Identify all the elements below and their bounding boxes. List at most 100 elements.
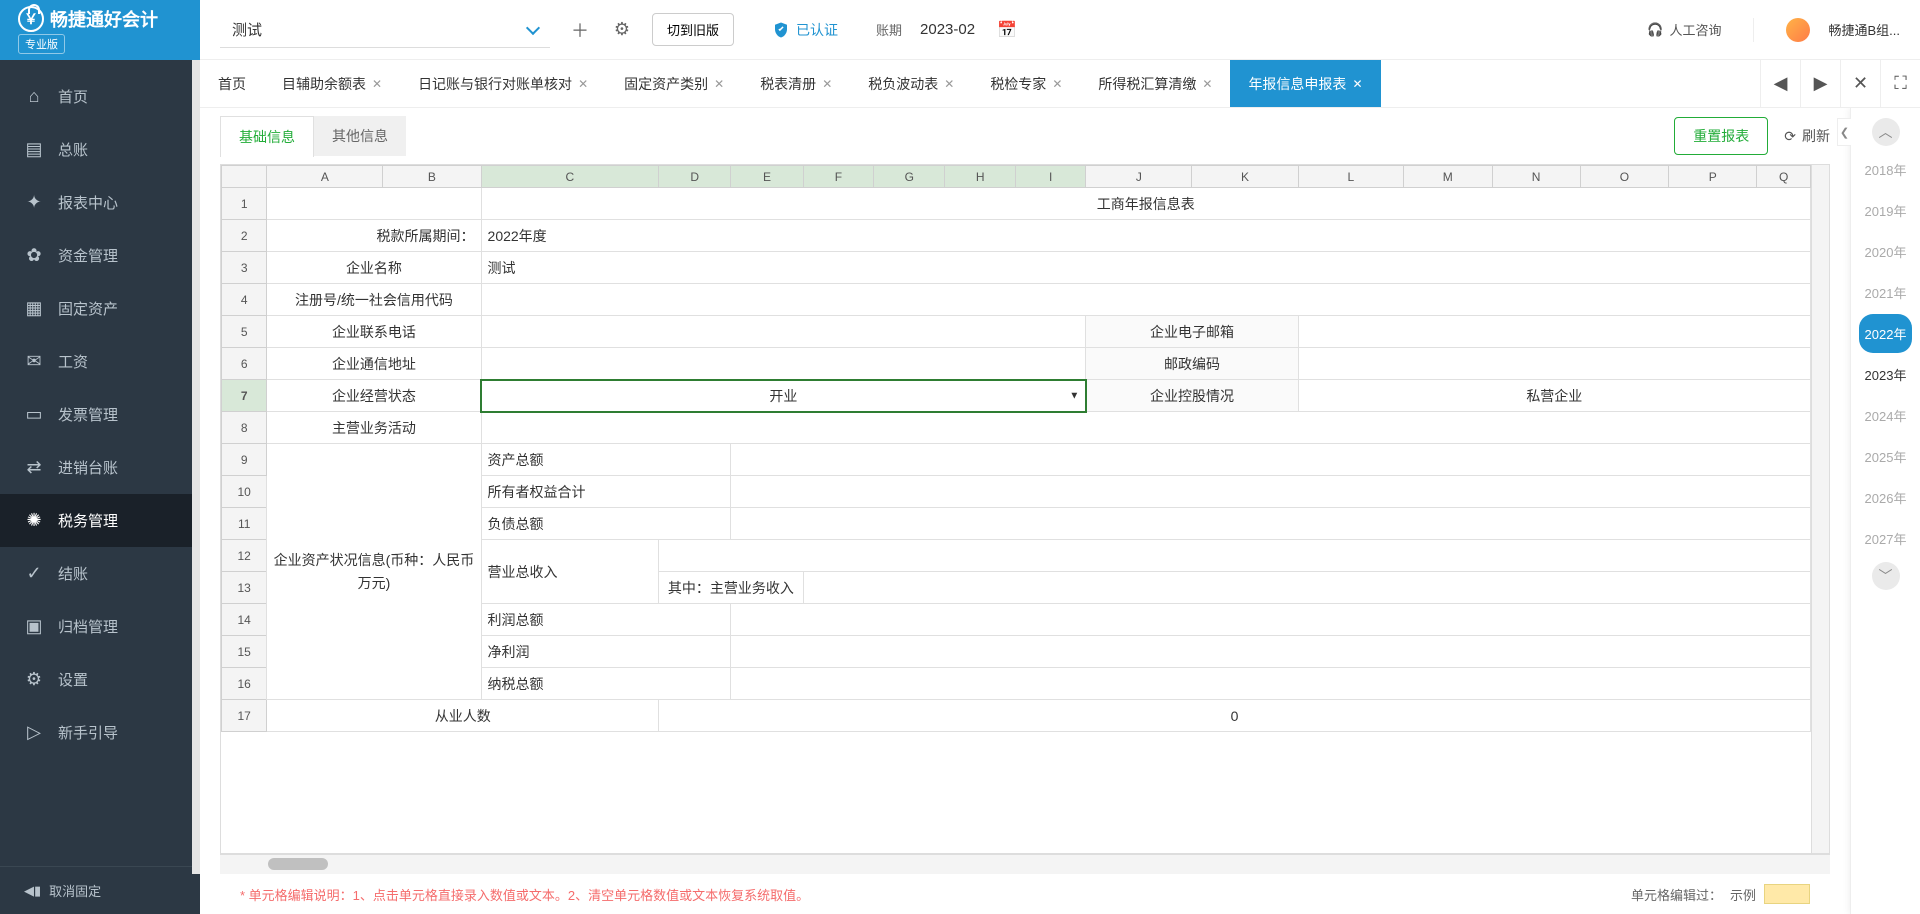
cell[interactable]: 净利润 xyxy=(481,636,731,668)
cell[interactable]: 测试 xyxy=(481,252,1810,284)
avatar[interactable] xyxy=(1786,18,1810,42)
sidebar-item-8[interactable]: ✺税务管理 xyxy=(0,494,200,547)
col-header-A[interactable]: A xyxy=(267,166,383,188)
row-header-10[interactable]: 10 xyxy=(222,476,267,508)
tab-7[interactable]: 所得税汇算清缴✕ xyxy=(1080,60,1230,107)
tab-scroll-right[interactable]: ▶ xyxy=(1800,60,1840,108)
sidebar-item-2[interactable]: ✦报表中心 xyxy=(0,176,200,229)
cell[interactable]: 0 xyxy=(659,700,1811,732)
corner-cell[interactable] xyxy=(222,166,267,188)
year-2022年[interactable]: 2022年 xyxy=(1859,314,1913,353)
col-header-C[interactable]: C xyxy=(481,166,659,188)
year-scroll-up[interactable]: ︿ xyxy=(1872,118,1900,146)
year-2019年[interactable]: 2019年 xyxy=(1859,191,1913,230)
subtab-other-info[interactable]: 其他信息 xyxy=(314,116,406,156)
sidebar-item-7[interactable]: ⇄进销台账 xyxy=(0,441,200,494)
col-header-J[interactable]: J xyxy=(1086,166,1192,188)
period-value[interactable]: 2023-02 xyxy=(920,21,975,38)
refresh-button[interactable]: ⟳ 刷新 xyxy=(1784,126,1830,146)
col-header-K[interactable]: K xyxy=(1192,166,1298,188)
tab-scroll-left[interactable]: ◀ xyxy=(1760,60,1800,108)
tab-close-icon[interactable]: ✕ xyxy=(372,77,382,91)
tab-close-all[interactable]: ✕ xyxy=(1840,60,1880,108)
cell[interactable]: 企业电子邮箱 xyxy=(1086,316,1298,348)
cell[interactable]: 主营业务活动 xyxy=(267,412,481,444)
sidebar-item-5[interactable]: ✉工资 xyxy=(0,335,200,388)
tab-close-icon[interactable]: ✕ xyxy=(822,77,832,91)
cell[interactable]: 营业总收入 xyxy=(481,540,659,604)
row-header-9[interactable]: 9 xyxy=(222,444,267,476)
company-dropdown[interactable]: 测试 xyxy=(220,12,550,48)
cell[interactable]: 企业通信地址 xyxy=(267,348,481,380)
sidebar-item-3[interactable]: ✿资金管理 xyxy=(0,229,200,282)
sidebar-item-9[interactable]: ✓结账 xyxy=(0,547,200,600)
row-header-12[interactable]: 12 xyxy=(222,540,267,572)
row-header-4[interactable]: 4 xyxy=(222,284,267,316)
col-header-F[interactable]: F xyxy=(803,166,874,188)
dropdown-arrow-icon[interactable]: ▼ xyxy=(1069,390,1079,401)
tab-close-icon[interactable]: ✕ xyxy=(714,77,724,91)
cell[interactable] xyxy=(481,316,1086,348)
cell[interactable] xyxy=(731,604,1811,636)
cell[interactable] xyxy=(1298,316,1810,348)
year-2025年[interactable]: 2025年 xyxy=(1859,437,1913,476)
horizontal-scrollbar[interactable] xyxy=(220,854,1830,874)
tab-close-icon[interactable]: ✕ xyxy=(1352,77,1362,91)
cell[interactable] xyxy=(731,508,1811,540)
col-header-D[interactable]: D xyxy=(659,166,731,188)
year-scroll-down[interactable]: ﹀ xyxy=(1872,562,1900,590)
cell[interactable]: 税款所属期间： xyxy=(267,220,481,252)
row-header-14[interactable]: 14 xyxy=(222,604,267,636)
cell[interactable]: 资产总额 xyxy=(481,444,731,476)
year-2018年[interactable]: 2018年 xyxy=(1859,150,1913,189)
cell[interactable]: 负债总额 xyxy=(481,508,731,540)
tab-1[interactable]: 目辅助余额表✕ xyxy=(264,60,400,107)
sidebar-scrollbar[interactable] xyxy=(192,60,200,874)
cell[interactable] xyxy=(659,540,1811,572)
row-header-2[interactable]: 2 xyxy=(222,220,267,252)
year-2020年[interactable]: 2020年 xyxy=(1859,232,1913,271)
row-header-15[interactable]: 15 xyxy=(222,636,267,668)
col-header-N[interactable]: N xyxy=(1492,166,1580,188)
calendar-icon[interactable]: 📅 xyxy=(997,20,1017,40)
tab-close-icon[interactable]: ✕ xyxy=(1202,77,1212,91)
tab-close-icon[interactable]: ✕ xyxy=(944,77,954,91)
row-header-6[interactable]: 6 xyxy=(222,348,267,380)
vertical-scrollbar[interactable] xyxy=(1811,165,1829,853)
cell[interactable] xyxy=(267,188,481,220)
cell[interactable]: 纳税总额 xyxy=(481,668,731,700)
add-icon[interactable]: ＋ xyxy=(568,18,592,42)
cell[interactable]: 私营企业 xyxy=(1298,380,1810,412)
cell[interactable]: 企业联系电话 xyxy=(267,316,481,348)
tab-5[interactable]: 税负波动表✕ xyxy=(850,60,972,107)
cell[interactable] xyxy=(731,476,1811,508)
tab-2[interactable]: 日记账与银行对账单核对✕ xyxy=(400,60,606,107)
tab-8[interactable]: 年报信息申报表✕ xyxy=(1230,60,1380,107)
row-header-5[interactable]: 5 xyxy=(222,316,267,348)
cell[interactable]: 注册号/统一社会信用代码 xyxy=(267,284,481,316)
col-header-P[interactable]: P xyxy=(1669,166,1757,188)
cell[interactable]: 企业名称 xyxy=(267,252,481,284)
tab-6[interactable]: 税检专家✕ xyxy=(972,60,1080,107)
sidebar-item-12[interactable]: ▷新手引导 xyxy=(0,706,200,759)
scrollbar-thumb[interactable] xyxy=(268,858,328,870)
col-header-I[interactable]: I xyxy=(1016,166,1086,188)
row-header-7[interactable]: 7 xyxy=(222,380,267,412)
col-header-O[interactable]: O xyxy=(1580,166,1668,188)
row-header-17[interactable]: 17 xyxy=(222,700,267,732)
cell[interactable]: 利润总额 xyxy=(481,604,731,636)
business-status-cell[interactable]: 开业▼ xyxy=(481,380,1086,412)
year-2026年[interactable]: 2026年 xyxy=(1859,478,1913,517)
reset-report-button[interactable]: 重置报表 xyxy=(1674,117,1768,155)
sheet-body[interactable]: ABCDEFGHIJKLMNOPQ 1工商年报信息表2税款所属期间：2022年度… xyxy=(221,165,1811,853)
year-panel-collapse[interactable]: ❮ xyxy=(1837,118,1851,146)
year-2023年[interactable]: 2023年 xyxy=(1859,355,1913,394)
year-2024年[interactable]: 2024年 xyxy=(1859,396,1913,435)
sidebar-item-1[interactable]: ▤总账 xyxy=(0,123,200,176)
tab-close-icon[interactable]: ✕ xyxy=(1052,77,1062,91)
username[interactable]: 畅捷通B组... xyxy=(1828,20,1900,39)
cell[interactable] xyxy=(1298,348,1810,380)
cell[interactable]: 从业人数 xyxy=(267,700,659,732)
col-header-Q[interactable]: Q xyxy=(1757,166,1811,188)
tab-4[interactable]: 税表清册✕ xyxy=(742,60,850,107)
